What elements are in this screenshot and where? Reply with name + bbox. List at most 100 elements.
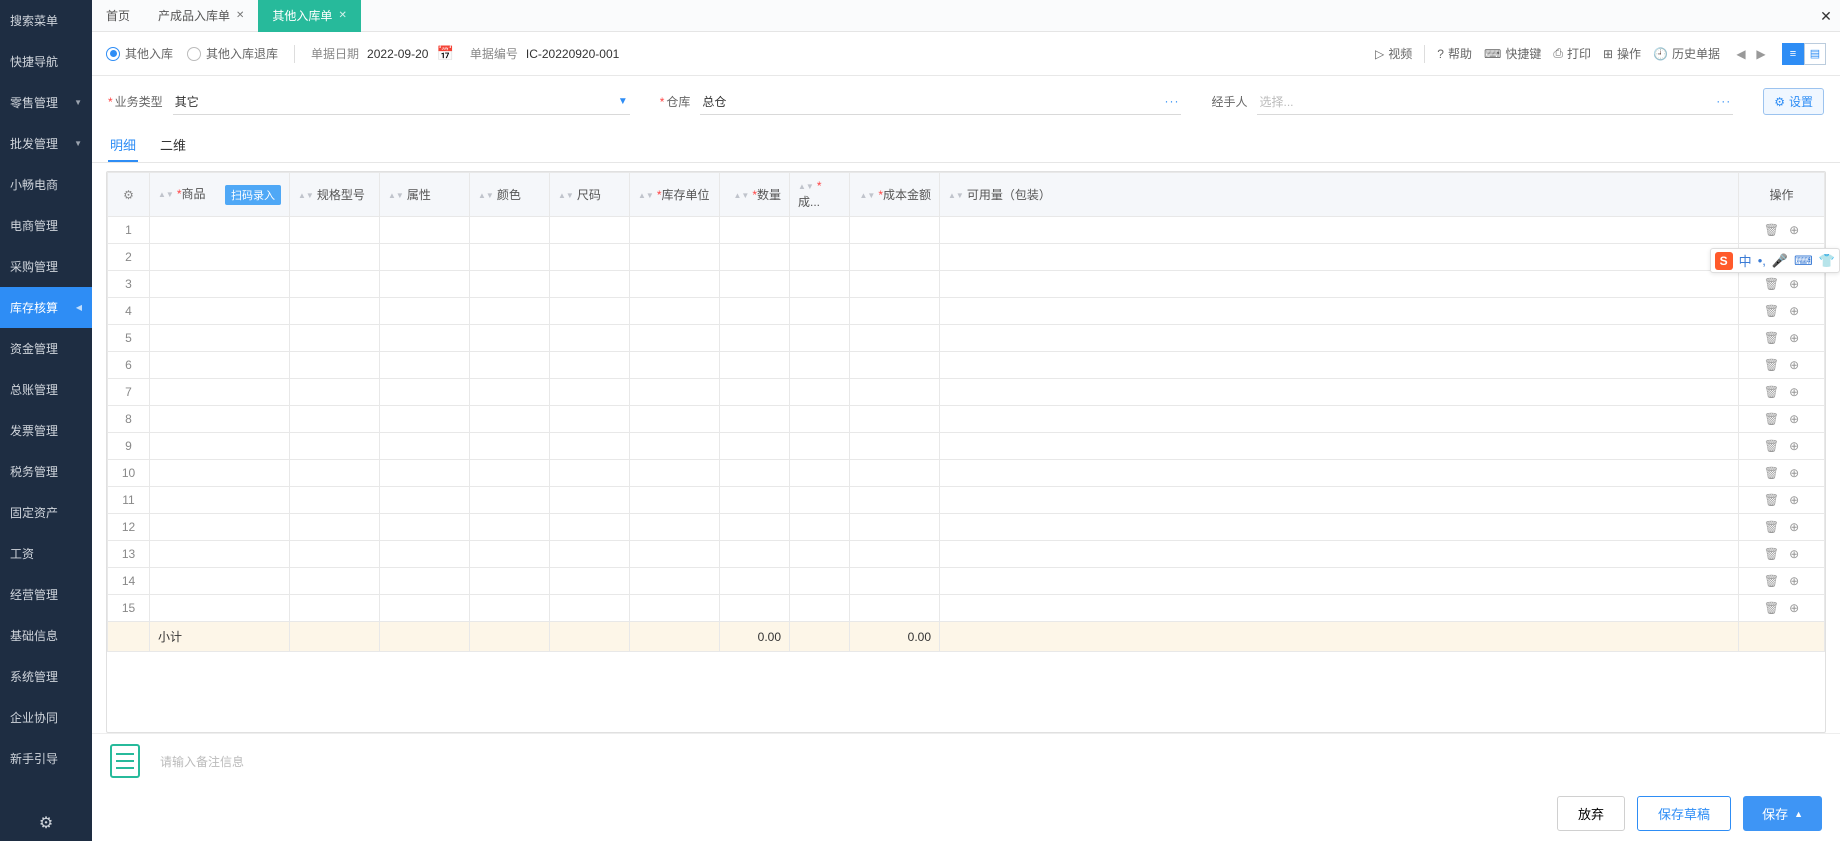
close-icon[interactable]: ✕	[338, 0, 346, 32]
table-row[interactable]: 1🗑⊕	[108, 217, 1825, 244]
cell-cost[interactable]	[790, 541, 850, 568]
radio-other-in[interactable]: 其他入库	[106, 45, 173, 62]
cell-qty[interactable]	[720, 595, 790, 622]
col-qty[interactable]: ▲▼*数量	[720, 173, 790, 217]
cell-size[interactable]	[550, 217, 630, 244]
cell-product[interactable]	[150, 298, 290, 325]
cell-attr[interactable]	[380, 244, 470, 271]
add-row-icon[interactable]: ⊕	[1789, 466, 1799, 480]
cell-spec[interactable]	[290, 379, 380, 406]
cell-cost-amount[interactable]	[850, 244, 940, 271]
delete-row-icon[interactable]: 🗑	[1764, 358, 1779, 372]
cell-product[interactable]	[150, 460, 290, 487]
add-row-icon[interactable]: ⊕	[1789, 412, 1799, 426]
cell-spec[interactable]	[290, 460, 380, 487]
cell-size[interactable]	[550, 568, 630, 595]
sidebar-item-purchase[interactable]: 采购管理	[0, 246, 92, 287]
cell-product[interactable]	[150, 406, 290, 433]
cell-spec[interactable]	[290, 352, 380, 379]
cell-attr[interactable]	[380, 217, 470, 244]
cell-size[interactable]	[550, 541, 630, 568]
cell-cost-amount[interactable]	[850, 595, 940, 622]
cell-spec[interactable]	[290, 568, 380, 595]
table-row[interactable]: 7🗑⊕	[108, 379, 1825, 406]
cell-cost-amount[interactable]	[850, 514, 940, 541]
cell-spec[interactable]	[290, 244, 380, 271]
cell-qty[interactable]	[720, 298, 790, 325]
cell-color[interactable]	[470, 595, 550, 622]
cell-size[interactable]	[550, 244, 630, 271]
handler-select[interactable]: 选择... ···	[1257, 89, 1733, 115]
cell-attr[interactable]	[380, 352, 470, 379]
radio-other-in-return[interactable]: 其他入库退库	[187, 45, 278, 62]
cell-unit[interactable]	[630, 325, 720, 352]
cell-size[interactable]	[550, 271, 630, 298]
prev-arrow-icon[interactable]: ◀	[1732, 44, 1750, 64]
cell-size[interactable]	[550, 406, 630, 433]
table-row[interactable]: 2🗑⊕	[108, 244, 1825, 271]
save-draft-button[interactable]: 保存草稿	[1637, 796, 1731, 831]
cell-size[interactable]	[550, 379, 630, 406]
add-row-icon[interactable]: ⊕	[1789, 331, 1799, 345]
cell-product[interactable]	[150, 433, 290, 460]
col-size[interactable]: ▲▼尺码	[550, 173, 630, 217]
cell-color[interactable]	[470, 541, 550, 568]
cell-color[interactable]	[470, 298, 550, 325]
cell-color[interactable]	[470, 379, 550, 406]
cell-qty[interactable]	[720, 325, 790, 352]
cell-cost-amount[interactable]	[850, 541, 940, 568]
cell-color[interactable]	[470, 406, 550, 433]
table-row[interactable]: 5🗑⊕	[108, 325, 1825, 352]
sidebar-item-retail[interactable]: 零售管理▼	[0, 82, 92, 123]
cell-spec[interactable]	[290, 271, 380, 298]
delete-row-icon[interactable]: 🗑	[1764, 439, 1779, 453]
operate-link[interactable]: ⊞操作	[1603, 45, 1641, 62]
cell-color[interactable]	[470, 568, 550, 595]
cell-unit[interactable]	[630, 217, 720, 244]
warehouse-select[interactable]: 总仓 ···	[700, 89, 1181, 115]
cell-attr[interactable]	[380, 460, 470, 487]
cell-cost[interactable]	[790, 271, 850, 298]
cell-available[interactable]	[940, 406, 1739, 433]
cell-cost[interactable]	[790, 460, 850, 487]
add-row-icon[interactable]: ⊕	[1789, 358, 1799, 372]
table-row[interactable]: 13🗑⊕	[108, 541, 1825, 568]
table-row[interactable]: 3🗑⊕	[108, 271, 1825, 298]
cell-color[interactable]	[470, 325, 550, 352]
cell-size[interactable]	[550, 433, 630, 460]
cell-product[interactable]	[150, 487, 290, 514]
table-row[interactable]: 14🗑⊕	[108, 568, 1825, 595]
table-row[interactable]: 12🗑⊕	[108, 514, 1825, 541]
cell-attr[interactable]	[380, 325, 470, 352]
cell-cost[interactable]	[790, 595, 850, 622]
cell-attr[interactable]	[380, 568, 470, 595]
cell-spec[interactable]	[290, 487, 380, 514]
sidebar-item-enterprise[interactable]: 企业协同	[0, 697, 92, 738]
cell-cost-amount[interactable]	[850, 325, 940, 352]
cell-spec[interactable]	[290, 406, 380, 433]
cell-unit[interactable]	[630, 568, 720, 595]
cell-cost[interactable]	[790, 298, 850, 325]
cell-qty[interactable]	[720, 271, 790, 298]
cell-spec[interactable]	[290, 514, 380, 541]
col-cost[interactable]: ▲▼*成...	[790, 173, 850, 217]
history-link[interactable]: 🕘历史单据	[1653, 45, 1720, 62]
close-icon[interactable]: ✕	[236, 0, 244, 32]
cell-cost-amount[interactable]	[850, 217, 940, 244]
table-row[interactable]: 8🗑⊕	[108, 406, 1825, 433]
add-row-icon[interactable]: ⊕	[1789, 304, 1799, 318]
sidebar-item-tax[interactable]: 税务管理	[0, 451, 92, 492]
add-row-icon[interactable]: ⊕	[1789, 385, 1799, 399]
cell-product[interactable]	[150, 217, 290, 244]
delete-row-icon[interactable]: 🗑	[1764, 601, 1779, 615]
cell-unit[interactable]	[630, 433, 720, 460]
cell-cost[interactable]	[790, 244, 850, 271]
cell-unit[interactable]	[630, 244, 720, 271]
cell-cost[interactable]	[790, 568, 850, 595]
col-unit[interactable]: ▲▼*库存单位	[630, 173, 720, 217]
cell-cost[interactable]	[790, 514, 850, 541]
cell-available[interactable]	[940, 298, 1739, 325]
col-gear[interactable]: ⚙	[108, 173, 150, 217]
cell-qty[interactable]	[720, 352, 790, 379]
tab-other-in[interactable]: 其他入库单✕	[258, 0, 360, 32]
